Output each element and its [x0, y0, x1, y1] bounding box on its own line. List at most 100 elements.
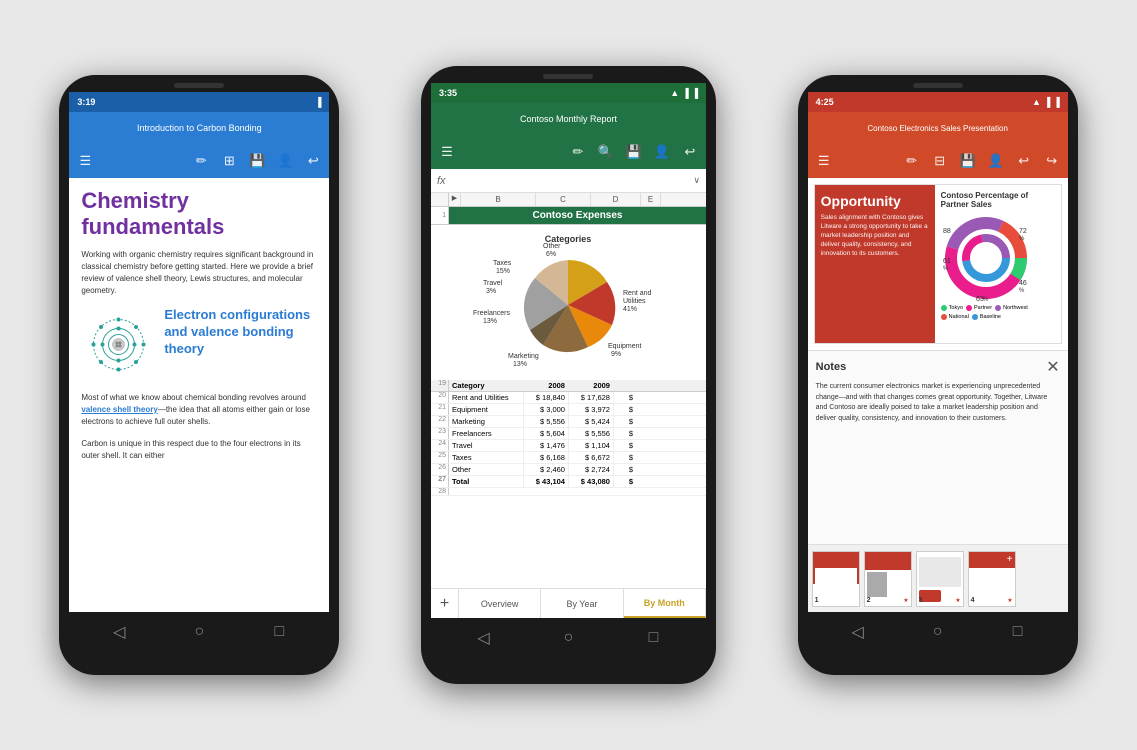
row-indicator: ▶ [449, 193, 461, 206]
ppt-save-icon[interactable]: 💾 [958, 151, 978, 171]
word-toolbar: ☰ ✏ ⊞ 💾 👤 ↩ [69, 144, 329, 178]
excel-pen-icon[interactable]: ✏ [568, 142, 588, 162]
svg-text:Other: Other [543, 243, 561, 250]
excel-tab-bar: + Overview By Year By Month [431, 588, 706, 618]
thumb-2[interactable]: 2 ★ [864, 551, 912, 607]
svg-text:Utilities: Utilities [623, 298, 646, 305]
fx-label: fx [437, 175, 446, 187]
svg-text:Freelancers: Freelancers [473, 310, 510, 317]
ppt-back-button[interactable]: ◁ [848, 622, 868, 642]
svg-text:72: 72 [1019, 228, 1027, 235]
ppt-title-bar: Contoso Electronics Sales Presentation [808, 112, 1068, 144]
col-d-header: D [591, 193, 641, 206]
svg-text:13%: 13% [513, 361, 527, 368]
legend-national-label: National [949, 314, 969, 320]
word-save-icon[interactable]: 💾 [247, 151, 267, 171]
svg-text:46: 46 [1019, 280, 1027, 287]
excel-home-button[interactable]: ○ [558, 628, 578, 648]
notes-title: Notes [816, 361, 847, 373]
word-link[interactable]: valence shell theory [81, 405, 157, 414]
svg-text:%: % [1019, 236, 1025, 242]
formula-arrow: ∨ [693, 175, 700, 186]
atom-diagram [81, 307, 156, 382]
svg-text:%: % [943, 266, 949, 272]
excel-undo-icon[interactable]: ↩ [680, 142, 700, 162]
thumb-1[interactable]: 1 [812, 551, 860, 607]
ppt-signal-icon: ▐ [1044, 97, 1050, 107]
header-category: Category [449, 380, 524, 391]
word-heading1: Chemistry fundamentals [81, 188, 317, 241]
word-title-bar: Introduction to Carbon Bonding [69, 112, 329, 144]
legend-northwest: Northwest [995, 305, 1028, 311]
excel-status-bar: 3:35 ▲ ▐ ▐ [431, 83, 706, 103]
svg-text:3%: 3% [486, 288, 496, 295]
notes-close-button[interactable]: ✕ [1046, 357, 1059, 377]
col-b-header: B [461, 193, 536, 206]
ppt-time: 4:25 [816, 97, 834, 107]
svg-text:6%: 6% [546, 251, 556, 258]
legend-partner: Partner [966, 305, 992, 311]
tab-by-month[interactable]: By Month [624, 589, 706, 618]
word-format-icon[interactable]: ⊞ [219, 151, 239, 171]
ppt-undo-icon[interactable]: ↩ [1014, 151, 1034, 171]
excel-search-icon[interactable]: 🔍 [596, 142, 616, 162]
thumbnail-strip: 1 2 ★ 3 ★ 4 ★ + [808, 544, 1068, 612]
word-heading2: Electron configurations and valence bond… [164, 307, 317, 358]
ppt-home-button[interactable]: ○ [928, 622, 948, 642]
ppt-menu-icon[interactable]: ☰ [814, 151, 834, 171]
ppt-redo-icon[interactable]: ↪ [1042, 151, 1062, 171]
ppt-layout-icon[interactable]: ⊟ [930, 151, 950, 171]
word-doc-title: Introduction to Carbon Bonding [137, 123, 262, 133]
svg-text:Equipment: Equipment [608, 343, 642, 350]
notes-text: The current consumer electronics market … [816, 382, 1060, 424]
word-share-icon[interactable]: 👤 [275, 151, 295, 171]
legend-northwest-label: Northwest [1003, 305, 1028, 311]
word-section: Electron configurations and valence bond… [81, 307, 317, 382]
excel-bottom-nav: ◁ ○ □ [421, 618, 716, 658]
svg-text:41%: 41% [623, 306, 637, 313]
word-body2: Most of what we know about chemical bond… [81, 392, 317, 428]
ppt-toolbar: ☰ ✏ ⊟ 💾 👤 ↩ ↪ [808, 144, 1068, 178]
svg-text:61: 61 [943, 258, 951, 265]
recent-button[interactable]: □ [269, 622, 289, 642]
tab-by-year[interactable]: By Year [541, 589, 623, 618]
excel-back-button[interactable]: ◁ [473, 628, 493, 648]
ppt-slide: Opportunity Sales alignment with Contoso… [814, 184, 1062, 344]
legend-baseline: Baseline [972, 314, 1001, 320]
slide-body: Sales alignment with Contoso gives Litwa… [821, 213, 929, 258]
ppt-recent-button[interactable]: □ [1008, 622, 1028, 642]
notes-header: Notes ✕ [816, 357, 1060, 377]
word-pen-icon[interactable]: ✏ [191, 151, 211, 171]
word-body1: Working with organic chemistry requires … [81, 249, 317, 297]
legend-tokyo: Tokyo [941, 305, 963, 311]
word-undo-icon[interactable]: ↩ [303, 151, 323, 171]
donut-chart: 72 % 46 % 61 % 63 % 88 [941, 213, 1031, 303]
excel-menu-icon[interactable]: ☰ [437, 142, 457, 162]
ppt-share-icon[interactable]: 👤 [986, 151, 1006, 171]
ppt-notes-area: Notes ✕ The current consumer electronics… [808, 350, 1068, 544]
back-button[interactable]: ◁ [109, 622, 129, 642]
thumb-4[interactable]: 4 ★ + [968, 551, 1016, 607]
excel-recent-button[interactable]: □ [643, 628, 663, 648]
ppt-status-icons: ▲ ▐ ▐ [1032, 97, 1060, 107]
row-1: 1 [431, 207, 449, 224]
excel-time: 3:35 [439, 88, 457, 98]
excel-save-icon[interactable]: 💾 [624, 142, 644, 162]
svg-text:%: % [1019, 288, 1025, 294]
ppt-bottom-nav: ◁ ○ □ [798, 612, 1078, 652]
tab-overview[interactable]: Overview [459, 589, 541, 618]
header-2009: 2009 [569, 380, 614, 391]
thumb-3[interactable]: 3 ★ [916, 551, 964, 607]
slide-content-right: Contoso Percentage of Partner Sales [935, 185, 1061, 343]
home-button[interactable]: ○ [189, 622, 209, 642]
svg-text:%: % [983, 297, 989, 303]
word-menu-icon[interactable]: ☰ [75, 151, 95, 171]
add-sheet-button[interactable]: + [431, 589, 459, 618]
ppt-pen-icon[interactable]: ✏ [902, 151, 922, 171]
excel-share-icon[interactable]: 👤 [652, 142, 672, 162]
word-content: Chemistry fundamentals Working with orga… [69, 178, 329, 612]
word-status-bar: 3:19 ▐ [69, 92, 329, 112]
col-e-header: E [641, 193, 661, 206]
excel-grid: ▶ B C D E 1 Contoso Expenses Categories [431, 193, 706, 618]
pie-chart: Categories [468, 230, 668, 375]
